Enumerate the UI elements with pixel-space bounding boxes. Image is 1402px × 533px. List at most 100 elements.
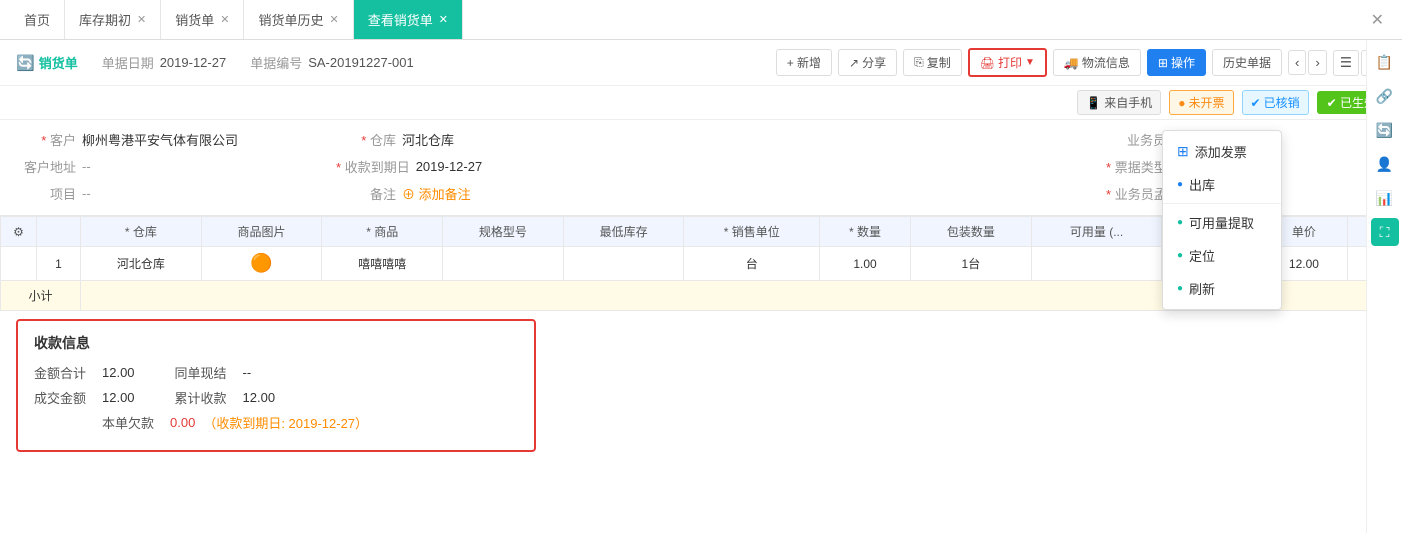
logistics-label: 物流信息 (1082, 54, 1130, 71)
deal-amount-item: 成交金额 12.00 (34, 388, 135, 407)
operations-dropdown: ⊞ 添加发票 ● 出库 ● 可用量提取 ● 定位 ● 刷新 (1162, 130, 1282, 310)
ticket-badge[interactable]: ● 未开票 (1169, 90, 1233, 115)
print-dropdown-arrow: ▼ (1025, 57, 1035, 68)
row-sales-unit: 台 (684, 247, 820, 281)
tab-home-label: 首页 (24, 10, 50, 29)
dropdown-locate[interactable]: ● 定位 (1163, 239, 1281, 272)
same-order-label: 同单现结 (175, 363, 235, 382)
sidebar-btn-3[interactable]: 🔄 (1371, 116, 1399, 144)
history-label: 历史单据 (1223, 54, 1271, 71)
warehouse-out-icon: ● (1177, 179, 1183, 190)
sidebar-btn-4[interactable]: 👤 (1371, 150, 1399, 178)
tab-inventory-label: 库存期初 (79, 10, 131, 29)
copy-button[interactable]: ⎘ 复制 (903, 49, 962, 76)
share-label: 分享 (862, 54, 886, 71)
doc-number-value: SA-20191227-001 (308, 55, 414, 70)
th-min-stock: 最低库存 (563, 217, 684, 247)
row-quantity: 1.00 (820, 247, 911, 281)
deal-amount-label: 成交金额 (34, 388, 94, 407)
row-product-img: 🟠 (201, 247, 322, 281)
doc-header: 🔄 销货单 单据日期 2019-12-27 单据编号 SA-20191227-0… (0, 40, 1402, 86)
doc-type-badge: 🔄 销货单 (16, 53, 78, 72)
prev-button[interactable]: ‹ (1288, 50, 1306, 75)
row-package-qty: 1台 (911, 247, 1032, 281)
history-button[interactable]: 历史单据 (1212, 49, 1282, 76)
add-remark-button[interactable]: ⊕ 添加备注 (402, 184, 471, 203)
th-settings[interactable]: ⚙ (1, 217, 37, 247)
operations-button[interactable]: ⊞ 操作 (1147, 49, 1206, 76)
warehouse-out-label: 出库 (1189, 175, 1215, 194)
mobile-label: 来自手机 (1104, 94, 1152, 111)
subtotal-label-cell: 小计 (1, 281, 81, 311)
doc-date-value: 2019-12-27 (160, 55, 227, 70)
warehouse-value: 河北仓库 (402, 130, 454, 149)
owed-value: 0.00 (170, 415, 195, 430)
tab-inventory-init[interactable]: 库存期初 ✕ (65, 0, 161, 39)
row-warehouse: 河北仓库 (80, 247, 201, 281)
tab-history-close[interactable]: ✕ (330, 13, 339, 26)
th-product-img: 商品图片 (201, 217, 322, 247)
add-remark-label: 添加备注 (419, 187, 471, 202)
dropdown-refresh[interactable]: ● 刷新 (1163, 272, 1281, 305)
dropdown-available-pickup[interactable]: ● 可用量提取 (1163, 206, 1281, 239)
confirm-badge[interactable]: ✔ 已核销 (1242, 90, 1309, 115)
copy-label: 复制 (927, 54, 951, 71)
project-field: 项目 -- (16, 184, 296, 203)
right-sidebar: 📋 🔗 🔄 👤 📊 ⛶ (1366, 40, 1402, 533)
address-field: 客户地址 -- (16, 157, 296, 176)
payment-row-3: 本单欠款 0.00 （收款到期日: 2019-12-27） (34, 413, 518, 432)
doc-date-label: 单据日期 (94, 53, 154, 72)
print-button[interactable]: 🖨 打印 ▼ (968, 48, 1047, 77)
sidebar-btn-1[interactable]: 📋 (1371, 48, 1399, 76)
th-available: 可用量 (... (1031, 217, 1162, 247)
next-button[interactable]: › (1308, 50, 1326, 75)
row-settings (1, 247, 37, 281)
deal-amount-value: 12.00 (102, 390, 135, 405)
window-close-button[interactable]: ✕ (1363, 10, 1392, 30)
total-amount-value: 12.00 (102, 365, 135, 380)
ticket-type-label: * 票据类型 (1106, 157, 1167, 176)
row-min-stock (563, 247, 684, 281)
locate-icon: ● (1177, 250, 1183, 261)
copy-icon: ⎘ (914, 55, 924, 70)
total-amount-label: 金额合计 (34, 363, 94, 382)
sales-staff-label: * 业务员孟 (1106, 184, 1167, 203)
operations-icon: ⊞ (1158, 56, 1168, 70)
tab-sales-history[interactable]: 销货单历史 ✕ (244, 0, 353, 39)
th-spec: 规格型号 (443, 217, 564, 247)
customer-field: * 客户 柳州粤港平安气体有限公司 (16, 130, 296, 149)
tab-inventory-close[interactable]: ✕ (137, 13, 146, 26)
warehouse-field: * 仓库 河北仓库 (336, 130, 616, 149)
staff-label: 业务员 (1106, 130, 1166, 149)
sidebar-btn-2[interactable]: 🔗 (1371, 82, 1399, 110)
th-row-num (37, 217, 81, 247)
logistics-icon: 🚚 (1064, 56, 1079, 70)
project-value: -- (82, 186, 91, 201)
tab-sales-order[interactable]: 销货单 ✕ (161, 0, 244, 39)
logistics-button[interactable]: 🚚 物流信息 (1053, 49, 1141, 76)
row-available (1031, 247, 1162, 281)
doc-type-label: 销货单 (39, 53, 78, 72)
sidebar-btn-5[interactable]: 📊 (1371, 184, 1399, 212)
tab-home[interactable]: 首页 (10, 0, 65, 39)
dropdown-warehouse-out[interactable]: ● 出库 (1163, 168, 1281, 201)
mobile-badge[interactable]: 📱 来自手机 (1077, 90, 1161, 115)
tab-view-sales[interactable]: 查看销货单 ✕ (354, 0, 463, 39)
tab-sales-close[interactable]: ✕ (220, 13, 229, 26)
sidebar-btn-expand[interactable]: ⛶ (1371, 218, 1399, 246)
share-icon: ↗ (849, 56, 859, 70)
row-product: 嘻嘻嘻嘻 (322, 247, 443, 281)
confirm-label: 已核销 (1264, 94, 1300, 111)
tab-view-close[interactable]: ✕ (439, 13, 448, 26)
sub-action-bar: 📱 来自手机 ● 未开票 ✔ 已核销 ✔ 已生效 (0, 86, 1402, 120)
list-view-button[interactable]: ☰ (1333, 50, 1359, 76)
address-value: -- (82, 159, 91, 174)
confirm-icon: ✔ (1251, 96, 1261, 110)
share-button[interactable]: ↗ 分享 (838, 49, 897, 76)
new-button[interactable]: + 新增 (776, 49, 832, 76)
tab-sales-label: 销货单 (175, 10, 214, 29)
mobile-icon: 📱 (1086, 96, 1101, 110)
due-note: （收款到期日: 2019-12-27） (203, 413, 368, 432)
dropdown-add-invoice[interactable]: ⊞ 添加发票 (1163, 135, 1281, 168)
row-spec (443, 247, 564, 281)
